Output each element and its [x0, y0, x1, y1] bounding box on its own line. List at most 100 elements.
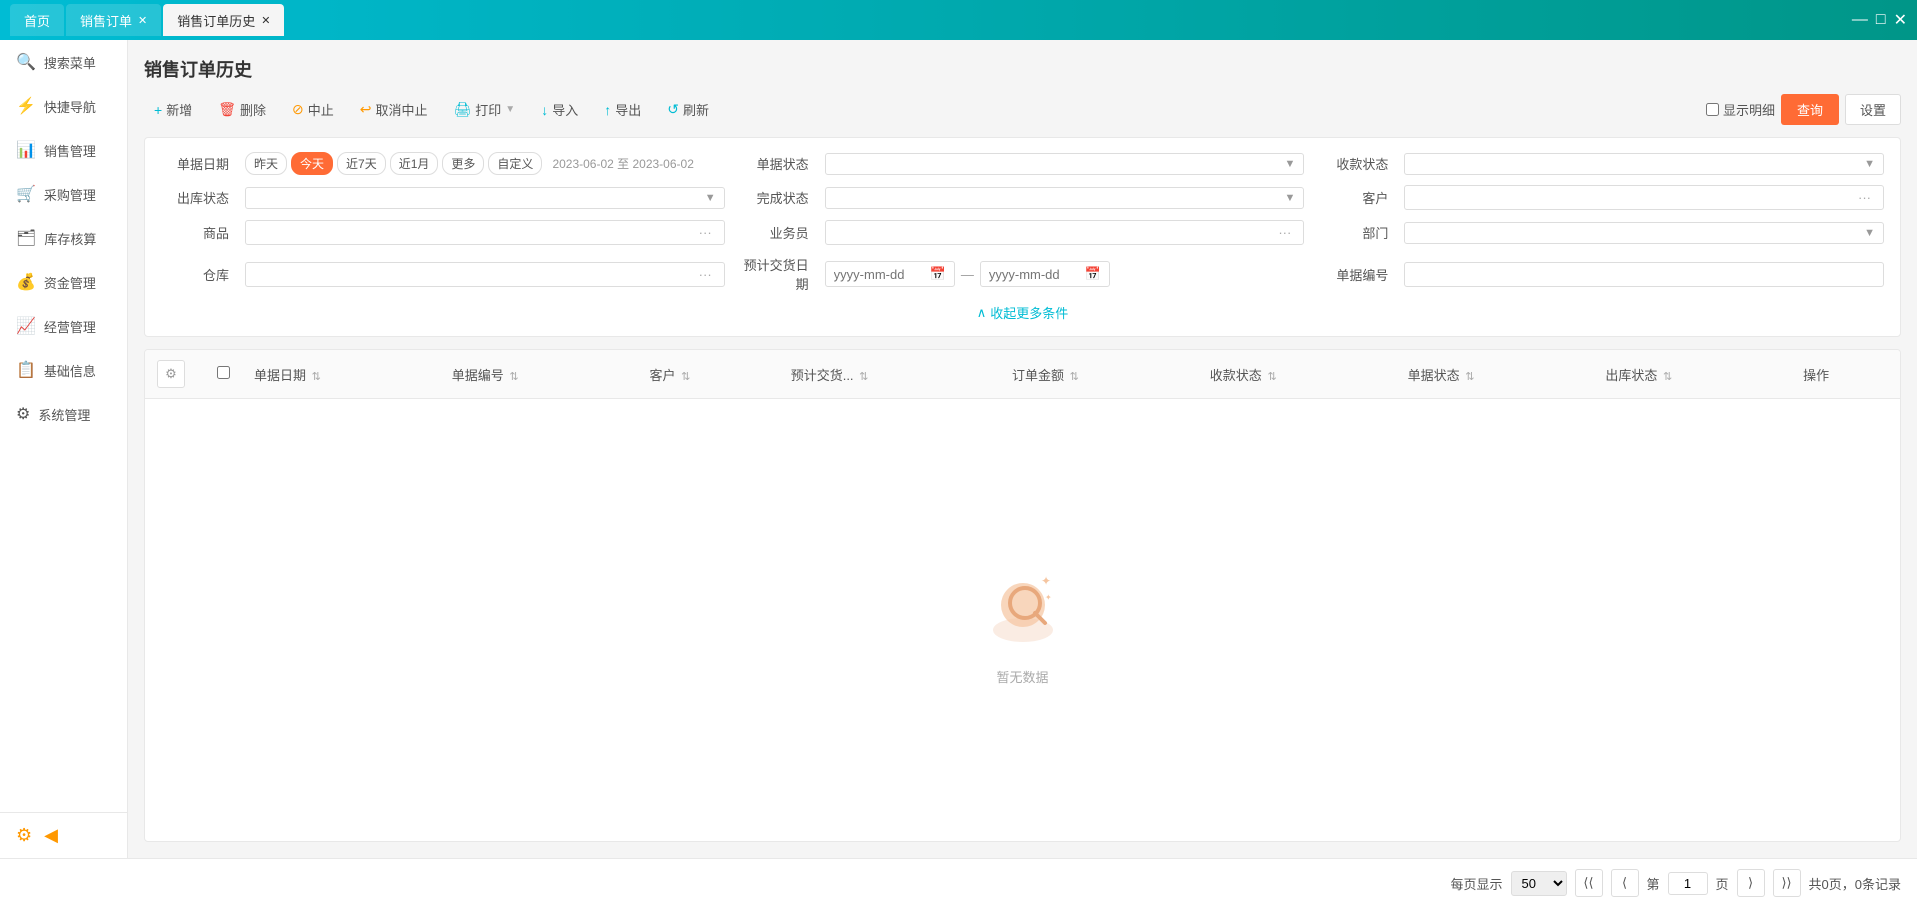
goods-label: 商品 [161, 223, 229, 242]
department-label: 部门 [1320, 223, 1388, 242]
sidebar-settings-icon[interactable]: ⚙ [16, 825, 32, 846]
sidebar-item-basic-info[interactable]: 📋 基础信息 [0, 348, 127, 392]
receipt-status-arrow: ▼ [1864, 158, 1875, 170]
stop-button[interactable]: ⊘ 中止 [282, 95, 344, 124]
date-btn-1month[interactable]: 近1月 [390, 152, 439, 175]
filter-row-2: 出库状态 ▼ 完成状态 ▼ 客户 [161, 185, 1884, 210]
tab-sales-order-history-close[interactable]: ✕ [261, 14, 270, 27]
settings-button[interactable]: 设置 [1845, 94, 1901, 125]
minimize-icon[interactable]: — [1852, 11, 1868, 29]
warehouse-ellipsis[interactable]: ··· [695, 267, 716, 282]
collapse-button[interactable]: ∧ 收起更多条件 [977, 303, 1069, 322]
basic-info-icon: 📋 [16, 360, 36, 380]
sort-customer-icon[interactable]: ⇅ [681, 371, 690, 383]
date-btn-7days[interactable]: 近7天 [337, 152, 386, 175]
inventory-icon: 🗂 [16, 228, 36, 248]
sidebar-item-search-menu[interactable]: 🔍 搜索菜单 [0, 40, 127, 84]
delete-button[interactable]: 🗑 删除 [208, 95, 276, 124]
stop-label: 中止 [308, 100, 334, 119]
cancel-stop-button[interactable]: ↩ 取消中止 [350, 95, 438, 124]
page-number-input[interactable] [1668, 872, 1708, 895]
tab-sales-order[interactable]: 销售订单 ✕ [66, 4, 161, 36]
sidebar-collapse-icon[interactable]: ◀ [44, 825, 58, 846]
calendar-end-icon[interactable]: 📅 [1085, 266, 1101, 282]
date-btn-yesterday[interactable]: 昨天 [245, 152, 287, 175]
select-all-checkbox[interactable] [217, 366, 230, 379]
sidebar-item-quick-nav[interactable]: ⚡ 快捷导航 [0, 84, 127, 128]
operation-icon: 📈 [16, 316, 36, 336]
display-detail-checkbox[interactable] [1706, 103, 1719, 116]
sidebar-item-purchase-label: 采购管理 [44, 185, 96, 204]
expected-date-end-input[interactable] [989, 267, 1079, 282]
customer-input[interactable] [1413, 190, 1854, 205]
doc-status-select[interactable]: ▼ [825, 153, 1305, 175]
table-wrapper: ⚙ 单据日期 ⇅ 单据编号 ⇅ [144, 349, 1901, 842]
expected-date-group: 📅 — 📅 [825, 261, 1305, 287]
th-checkbox [205, 350, 242, 399]
refresh-label: 刷新 [683, 100, 709, 119]
filter-row-3: 商品 ··· 业务员 ··· 部门 [161, 220, 1884, 245]
date-btn-more[interactable]: 更多 [442, 152, 484, 175]
maximize-icon[interactable]: □ [1876, 11, 1886, 29]
print-label: 打印 [475, 100, 501, 119]
tab-sales-order-close[interactable]: ✕ [138, 14, 147, 27]
tab-home-label: 首页 [24, 11, 50, 30]
table-settings-icon[interactable]: ⚙ [157, 360, 185, 388]
sort-receipt-status-icon[interactable]: ⇅ [1267, 371, 1276, 383]
import-button[interactable]: ↓ 导入 [531, 95, 588, 124]
sidebar-item-inventory-calc[interactable]: 🗂 库存核算 [0, 216, 127, 260]
stop-icon: ⊘ [292, 101, 304, 118]
completion-status-control: ▼ [825, 187, 1305, 209]
first-page-button[interactable]: ⟨⟨ [1575, 869, 1603, 897]
goods-ellipsis[interactable]: ··· [695, 225, 716, 240]
query-button[interactable]: 查询 [1781, 94, 1839, 125]
sort-expected-date-icon[interactable]: ⇅ [859, 371, 868, 383]
salesperson-input[interactable] [834, 225, 1275, 240]
sidebar-item-system-mgmt[interactable]: ⚙ 系统管理 [0, 392, 127, 436]
expected-date-control: 📅 — 📅 [825, 261, 1305, 287]
sidebar-item-purchase-mgmt[interactable]: 🛒 采购管理 [0, 172, 127, 216]
sidebar-item-basic-label: 基础信息 [44, 361, 96, 380]
customer-ellipsis[interactable]: ··· [1854, 190, 1875, 205]
per-page-select[interactable]: 10 20 50 100 [1511, 871, 1567, 896]
close-icon[interactable]: ✕ [1894, 10, 1907, 30]
prev-page-button[interactable]: ⟨ [1611, 869, 1639, 897]
collapse-label: 收起更多条件 [990, 303, 1068, 322]
sales-icon: 📊 [16, 140, 36, 160]
last-page-button[interactable]: ⟩⟩ [1773, 869, 1801, 897]
goods-input[interactable] [254, 225, 695, 240]
sort-doc-date-icon[interactable]: ⇅ [312, 371, 321, 383]
tab-sales-order-label: 销售订单 [80, 11, 132, 30]
add-button[interactable]: + 新增 [144, 95, 202, 124]
svg-text:✦: ✦ [1045, 593, 1052, 602]
salesperson-control: ··· [825, 220, 1305, 245]
calendar-start-icon[interactable]: 📅 [930, 266, 946, 282]
date-btn-today[interactable]: 今天 [291, 152, 333, 175]
doc-number-input[interactable] [1413, 267, 1875, 282]
sidebar-item-sales-mgmt[interactable]: 📊 销售管理 [0, 128, 127, 172]
print-button[interactable]: 🖨 打印 ▼ [444, 95, 526, 124]
expected-date-start-input[interactable] [834, 267, 924, 282]
sort-order-amount-icon[interactable]: ⇅ [1070, 371, 1079, 383]
next-page-button[interactable]: ⟩ [1737, 869, 1765, 897]
shipment-status-select[interactable]: ▼ [245, 187, 725, 209]
warehouse-input[interactable] [254, 267, 695, 282]
export-button[interactable]: ↑ 导出 [594, 95, 651, 124]
date-btn-custom[interactable]: 自定义 [488, 152, 542, 175]
salesperson-ellipsis[interactable]: ··· [1274, 225, 1295, 240]
sort-doc-status-icon[interactable]: ⇅ [1465, 371, 1474, 383]
receipt-status-select[interactable]: ▼ [1404, 153, 1884, 175]
sort-doc-number-icon[interactable]: ⇅ [509, 371, 518, 383]
department-select[interactable]: ▼ [1404, 222, 1884, 244]
sidebar-bottom: ⚙ ◀ [0, 812, 127, 858]
refresh-button[interactable]: ↺ 刷新 [657, 95, 719, 124]
completion-status-select[interactable]: ▼ [825, 187, 1305, 209]
sidebar-item-operation-mgmt[interactable]: 📈 经营管理 [0, 304, 127, 348]
tab-home[interactable]: 首页 [10, 4, 64, 36]
expected-date-end: 📅 [980, 261, 1110, 287]
sort-shipment-status-icon[interactable]: ⇅ [1663, 371, 1672, 383]
sidebar-item-capital-mgmt[interactable]: 💰 资金管理 [0, 260, 127, 304]
expected-date-start: 📅 [825, 261, 955, 287]
total-records-text: 共0页，0条记录 [1809, 874, 1901, 893]
tab-sales-order-history[interactable]: 销售订单历史 ✕ [163, 4, 284, 36]
